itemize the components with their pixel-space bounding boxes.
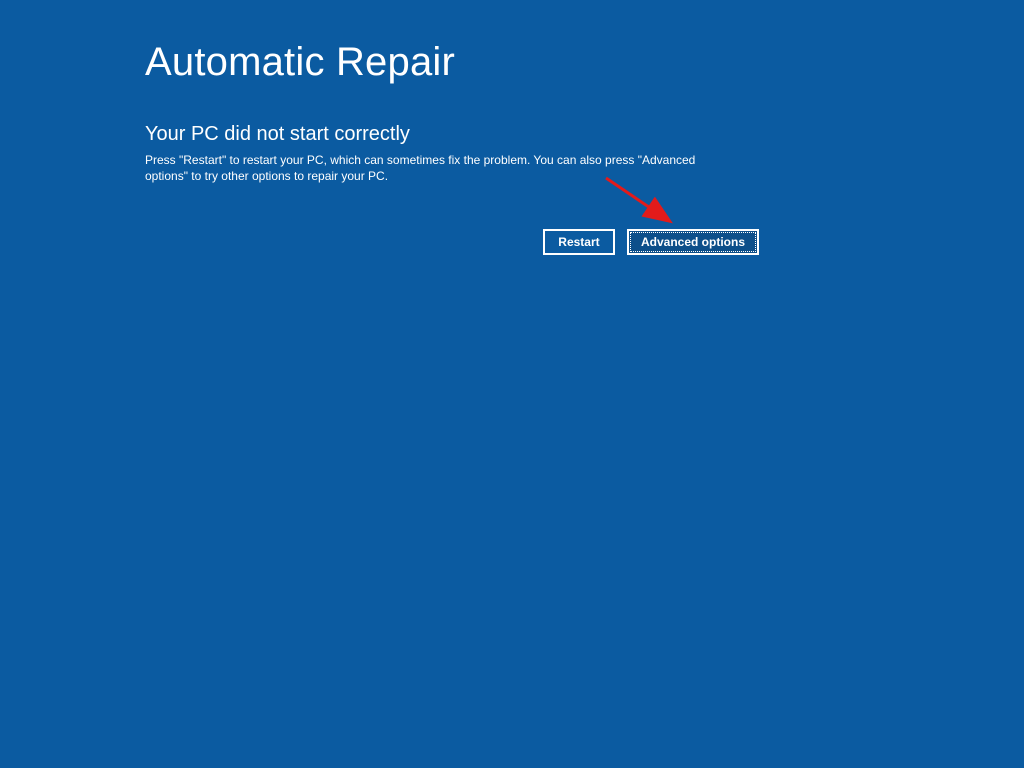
restart-button[interactable]: Restart: [543, 229, 615, 255]
page-title: Automatic Repair: [145, 40, 760, 85]
page-subtitle: Your PC did not start correctly: [145, 123, 760, 146]
recovery-screen: Automatic Repair Your PC did not start c…: [0, 0, 760, 255]
page-body-text: Press "Restart" to restart your PC, whic…: [145, 152, 735, 184]
button-row: Restart Advanced options: [145, 229, 759, 255]
advanced-options-button[interactable]: Advanced options: [627, 229, 759, 255]
